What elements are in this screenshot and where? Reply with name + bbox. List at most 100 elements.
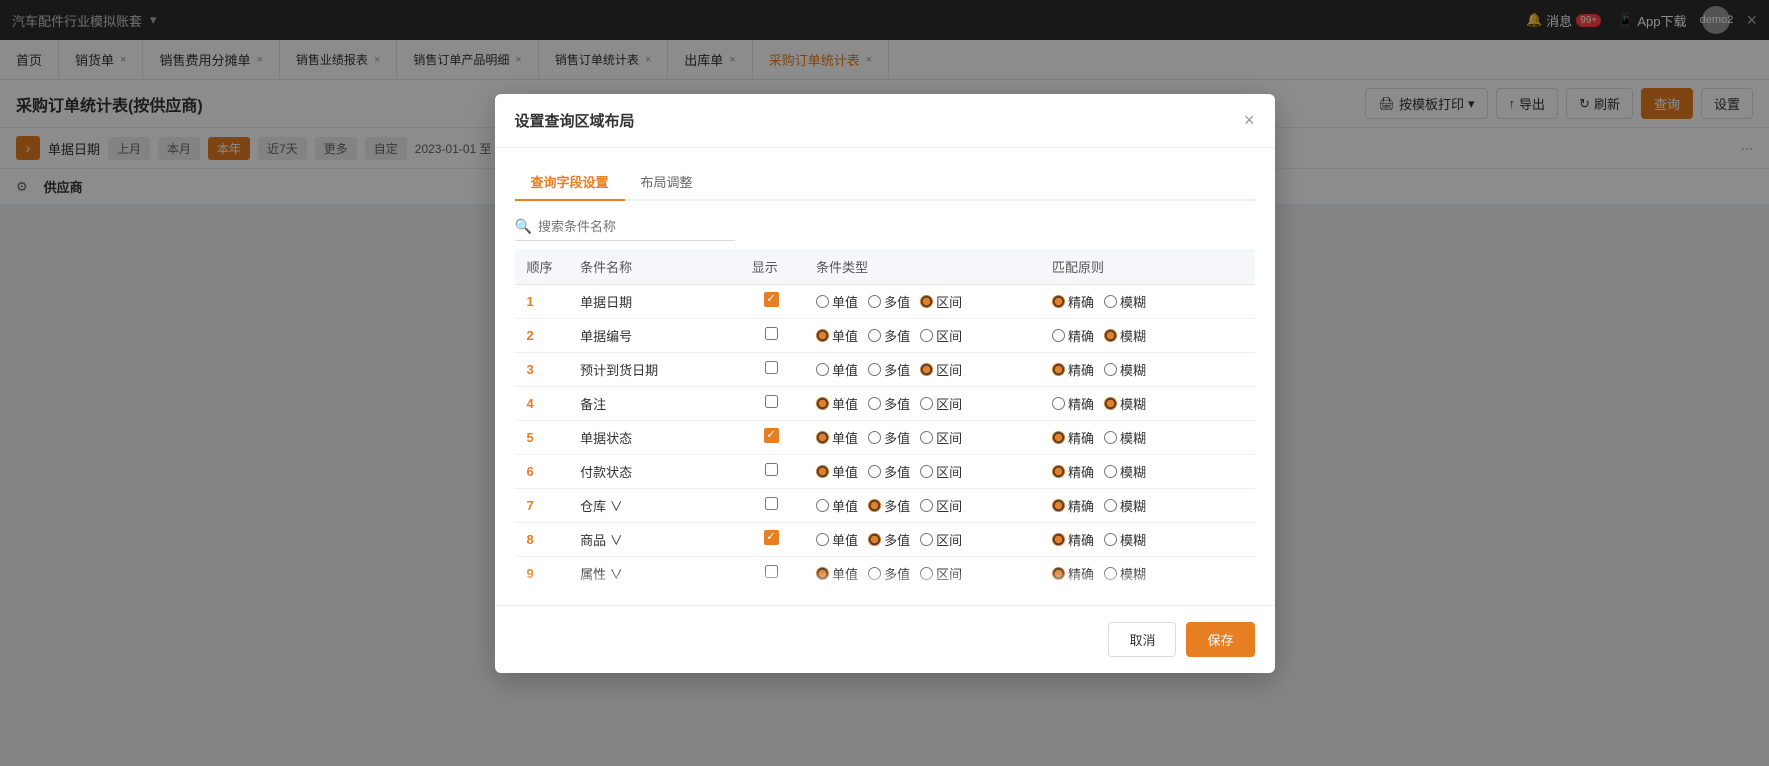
type-radio-range[interactable]: 区间 (920, 530, 962, 549)
settings-modal: 设置查询区域布局 × 查询字段设置 布局调整 🔍 (495, 94, 1275, 673)
show-checkbox[interactable] (765, 395, 778, 408)
modal-tab-query[interactable]: 查询字段设置 (515, 164, 625, 201)
row-type-cell: 单值多值区间 (804, 352, 1040, 386)
type-radio-range[interactable]: 区间 (920, 462, 962, 481)
match-radio-fuzzy[interactable]: 模糊 (1104, 428, 1146, 447)
row-match-cell: 精确模糊 (1040, 386, 1255, 420)
type-radio-multi[interactable]: 多值 (868, 326, 910, 345)
type-radio-multi[interactable]: 多值 (868, 360, 910, 379)
type-radio-single[interactable]: 单值 (816, 394, 858, 413)
type-radio-multi[interactable]: 多值 (868, 428, 910, 447)
match-radio-exact[interactable]: 精确 (1052, 394, 1094, 413)
match-radio-exact[interactable]: 精确 (1052, 462, 1094, 481)
row-condition-name: 单据状态 (568, 420, 740, 454)
show-checkbox[interactable] (765, 463, 778, 476)
type-radio-range[interactable]: 区间 (920, 292, 962, 311)
type-radio-range[interactable]: 区间 (920, 496, 962, 515)
type-radio-group: 单值多值区间 (816, 530, 1028, 549)
row-type-cell: 单值多值区间 (804, 454, 1040, 488)
type-radio-multi[interactable]: 多值 (868, 462, 910, 481)
settings-table-scroll[interactable]: 顺序 条件名称 显示 条件类型 匹配原则 1单据日期✓单值多值区间精确模糊2单据… (515, 249, 1255, 589)
row-match-cell: 精确模糊 (1040, 318, 1255, 352)
row-match-cell: 精确模糊 (1040, 420, 1255, 454)
type-radio-range[interactable]: 区间 (920, 564, 962, 583)
row-order: 8 (515, 522, 569, 556)
show-checkbox-checked[interactable]: ✓ (764, 428, 779, 443)
modal-close-button[interactable]: × (1244, 110, 1255, 131)
modal-overlay: 设置查询区域布局 × 查询字段设置 布局调整 🔍 (0, 0, 1769, 766)
row-condition-name: 单据日期 (568, 284, 740, 318)
row-show-checkbox-cell (740, 454, 804, 488)
modal-footer: 取消 保存 (495, 605, 1275, 673)
row-condition-name: 商品 ∨ (568, 522, 740, 556)
show-checkbox-checked[interactable]: ✓ (764, 292, 779, 307)
row-type-cell: 单值多值区间 (804, 284, 1040, 318)
match-radio-fuzzy[interactable]: 模糊 (1104, 326, 1146, 345)
show-checkbox[interactable] (765, 361, 778, 374)
row-order: 2 (515, 318, 569, 352)
type-radio-multi[interactable]: 多值 (868, 292, 910, 311)
type-radio-range[interactable]: 区间 (920, 428, 962, 447)
type-radio-single[interactable]: 单值 (816, 564, 858, 583)
type-radio-single[interactable]: 单值 (816, 360, 858, 379)
match-radio-fuzzy[interactable]: 模糊 (1104, 292, 1146, 311)
type-radio-multi[interactable]: 多值 (868, 530, 910, 549)
match-radio-exact[interactable]: 精确 (1052, 496, 1094, 515)
type-radio-group: 单值多值区间 (816, 564, 1028, 583)
row-match-cell: 精确模糊 (1040, 522, 1255, 556)
type-radio-single[interactable]: 单值 (816, 530, 858, 549)
row-show-checkbox-cell (740, 488, 804, 522)
search-icon: 🔍 (515, 218, 532, 235)
type-radio-single[interactable]: 单值 (816, 326, 858, 345)
match-radio-fuzzy[interactable]: 模糊 (1104, 462, 1146, 481)
match-radio-fuzzy[interactable]: 模糊 (1104, 530, 1146, 549)
match-radio-fuzzy[interactable]: 模糊 (1104, 496, 1146, 515)
match-radio-fuzzy[interactable]: 模糊 (1104, 394, 1146, 413)
match-radio-exact[interactable]: 精确 (1052, 360, 1094, 379)
type-radio-range[interactable]: 区间 (920, 394, 962, 413)
th-show: 显示 (740, 249, 804, 285)
match-radio-fuzzy[interactable]: 模糊 (1104, 360, 1146, 379)
settings-table-container: 顺序 条件名称 显示 条件类型 匹配原则 1单据日期✓单值多值区间精确模糊2单据… (515, 249, 1255, 589)
type-radio-range[interactable]: 区间 (920, 360, 962, 379)
match-radio-exact[interactable]: 精确 (1052, 292, 1094, 311)
type-radio-multi[interactable]: 多值 (868, 394, 910, 413)
match-radio-exact[interactable]: 精确 (1052, 564, 1094, 583)
type-radio-multi[interactable]: 多值 (868, 496, 910, 515)
cancel-button[interactable]: 取消 (1108, 622, 1176, 657)
type-radio-group: 单值多值区间 (816, 394, 1028, 413)
row-condition-name: 属性 ∨ (568, 556, 740, 589)
condition-search-input[interactable] (532, 217, 712, 236)
row-match-cell: 精确模糊 (1040, 556, 1255, 589)
match-radio-fuzzy[interactable]: 模糊 (1104, 564, 1146, 583)
save-button[interactable]: 保存 (1186, 622, 1254, 657)
table-row: 1单据日期✓单值多值区间精确模糊 (515, 284, 1255, 318)
row-type-cell: 单值多值区间 (804, 420, 1040, 454)
row-order: 9 (515, 556, 569, 589)
type-radio-range[interactable]: 区间 (920, 326, 962, 345)
match-radio-exact[interactable]: 精确 (1052, 530, 1094, 549)
type-radio-group: 单值多值区间 (816, 360, 1028, 379)
modal-tab-layout[interactable]: 布局调整 (625, 164, 709, 201)
type-radio-single[interactable]: 单值 (816, 496, 858, 515)
th-order: 顺序 (515, 249, 569, 285)
modal-header: 设置查询区域布局 × (495, 94, 1275, 148)
show-checkbox[interactable] (765, 327, 778, 340)
table-row: 9属性 ∨单值多值区间精确模糊 (515, 556, 1255, 589)
match-radio-group: 精确模糊 (1052, 462, 1243, 481)
type-radio-single[interactable]: 单值 (816, 462, 858, 481)
show-checkbox[interactable] (765, 497, 778, 510)
row-show-checkbox-cell (740, 352, 804, 386)
th-match: 匹配原则 (1040, 249, 1255, 285)
row-show-checkbox-cell (740, 318, 804, 352)
show-checkbox[interactable] (765, 565, 778, 578)
table-row: 2单据编号单值多值区间精确模糊 (515, 318, 1255, 352)
type-radio-single[interactable]: 单值 (816, 428, 858, 447)
table-row: 3预计到货日期单值多值区间精确模糊 (515, 352, 1255, 386)
match-radio-exact[interactable]: 精确 (1052, 326, 1094, 345)
match-radio-exact[interactable]: 精确 (1052, 428, 1094, 447)
show-checkbox-checked[interactable]: ✓ (764, 530, 779, 545)
match-radio-group: 精确模糊 (1052, 530, 1243, 549)
type-radio-single[interactable]: 单值 (816, 292, 858, 311)
type-radio-multi[interactable]: 多值 (868, 564, 910, 583)
